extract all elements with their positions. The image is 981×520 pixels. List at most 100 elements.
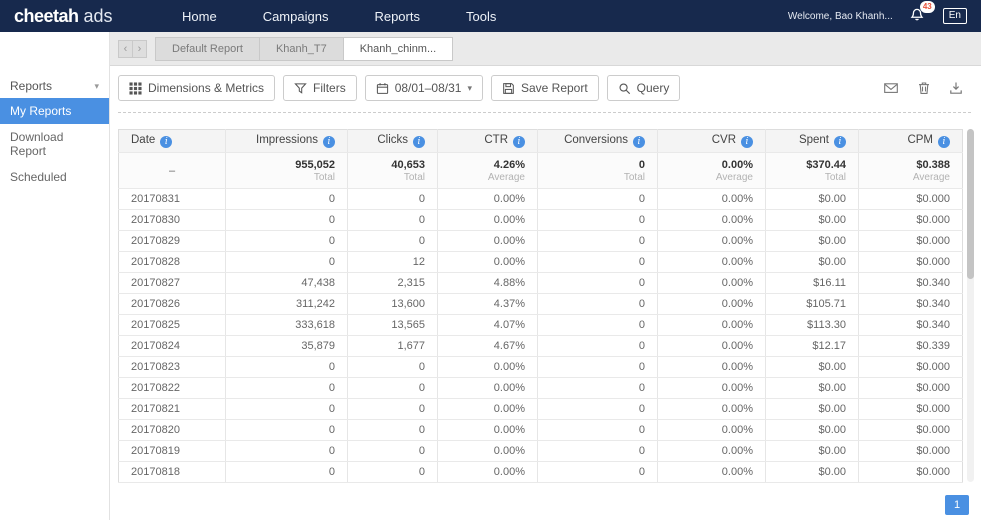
column-header-date[interactable]: Date i xyxy=(118,129,226,153)
value-cell: 0 xyxy=(537,251,658,273)
column-header-cpm[interactable]: CPM i xyxy=(858,129,963,153)
table-scrollbar[interactable] xyxy=(967,129,974,482)
language-button[interactable]: En xyxy=(942,8,967,24)
date-cell: 20170825 xyxy=(118,314,226,336)
nav-item-reports[interactable]: Reports xyxy=(374,9,420,24)
report-tab-strip: ‹ › Default Report Khanh_T7 Khanh_chinm.… xyxy=(110,32,981,66)
value-cell: 0 xyxy=(347,356,438,378)
filters-label: Filters xyxy=(313,81,346,95)
welcome-label: Welcome, xyxy=(787,10,833,22)
save-report-button[interactable]: Save Report xyxy=(490,75,599,101)
sidebar-section-reports[interactable]: Reports ▾ xyxy=(0,74,109,98)
date-cell: 20170823 xyxy=(118,356,226,378)
value-cell: 0.00% xyxy=(437,461,538,483)
tab-default-report[interactable]: Default Report xyxy=(155,36,260,61)
brand-logo[interactable]: cheetah ads xyxy=(14,6,166,27)
value-cell: $0.00 xyxy=(765,209,859,231)
value-cell: $0.000 xyxy=(858,188,963,210)
date-cell: 20170820 xyxy=(118,419,226,441)
value-cell: 0 xyxy=(347,230,438,252)
page-1-button[interactable]: 1 xyxy=(945,495,969,515)
info-icon[interactable]: i xyxy=(413,136,425,148)
pagination: 1 xyxy=(945,495,969,515)
sidebar-item-scheduled[interactable]: Scheduled xyxy=(0,164,109,190)
column-label: Date xyxy=(131,134,156,146)
value-cell: $0.00 xyxy=(765,398,859,420)
column-header-impressions[interactable]: Impressions i xyxy=(225,129,348,153)
value-cell: $0.000 xyxy=(858,377,963,399)
nav-item-tools[interactable]: Tools xyxy=(466,9,496,24)
value-cell: $0.339 xyxy=(858,335,963,357)
nav-item-campaigns[interactable]: Campaigns xyxy=(263,9,329,24)
scrollbar-thumb[interactable] xyxy=(967,129,974,279)
table-row: 20170831 0 0 0.00% 0 0.00% $0.00 $0.000 xyxy=(118,188,963,210)
summary-sublabel: Total xyxy=(313,171,335,183)
summary-value: 0 xyxy=(638,158,645,171)
value-cell: 47,438 xyxy=(225,272,348,294)
value-cell: 0.00% xyxy=(657,356,766,378)
sidebar-item-my-reports[interactable]: My Reports xyxy=(0,98,109,124)
value-cell: 0 xyxy=(225,209,348,231)
value-cell: 2,315 xyxy=(347,272,438,294)
top-navigation-bar: cheetah ads Home Campaigns Reports Tools … xyxy=(0,0,981,32)
info-icon[interactable]: i xyxy=(938,136,950,148)
value-cell: 0.00% xyxy=(657,419,766,441)
column-header-conversions[interactable]: Conversions i xyxy=(537,129,658,153)
tab-scroll-next-button[interactable]: › xyxy=(132,39,147,58)
info-icon[interactable]: i xyxy=(323,136,335,148)
summary-sublabel: Average xyxy=(487,171,525,183)
column-header-spent[interactable]: Spent i xyxy=(765,129,859,153)
query-button[interactable]: Query xyxy=(606,75,681,101)
value-cell: 0.00% xyxy=(657,398,766,420)
value-cell: 0.00% xyxy=(437,398,538,420)
column-label: Spent xyxy=(798,134,829,146)
value-cell: $0.00 xyxy=(765,251,859,273)
value-cell: 0 xyxy=(347,209,438,231)
tab-khanh-chinm[interactable]: Khanh_chinm... xyxy=(342,36,454,61)
value-cell: 0.00% xyxy=(437,230,538,252)
download-report-button[interactable] xyxy=(949,81,963,95)
caret-down-icon: ▾ xyxy=(467,82,472,93)
info-icon[interactable]: i xyxy=(741,136,753,148)
info-icon[interactable]: i xyxy=(834,136,846,148)
value-cell: $105.71 xyxy=(765,293,859,315)
date-cell: 20170818 xyxy=(118,461,226,483)
value-cell: 0 xyxy=(225,188,348,210)
summary-cell: $0.388 Average xyxy=(858,152,963,189)
value-cell: $0.00 xyxy=(765,419,859,441)
sidebar-item-download-report[interactable]: Download Report xyxy=(0,124,109,164)
column-header-cvr[interactable]: CVR i xyxy=(657,129,766,153)
value-cell: 0.00% xyxy=(657,272,766,294)
value-cell: 0.00% xyxy=(437,209,538,231)
value-cell: $0.000 xyxy=(858,398,963,420)
date-cell: 20170828 xyxy=(118,251,226,273)
email-report-button[interactable] xyxy=(883,81,899,95)
grid-icon xyxy=(129,81,142,95)
table-row: 20170821 0 0 0.00% 0 0.00% $0.00 $0.000 xyxy=(118,398,963,420)
column-header-ctr[interactable]: CTR i xyxy=(437,129,538,153)
value-cell: 0.00% xyxy=(657,293,766,315)
value-cell: $0.000 xyxy=(858,419,963,441)
chevron-down-icon: ▾ xyxy=(94,80,99,91)
dimensions-metrics-button[interactable]: Dimensions & Metrics xyxy=(118,75,276,101)
table-row: 20170822 0 0 0.00% 0 0.00% $0.00 $0.000 xyxy=(118,377,963,399)
filters-button[interactable]: Filters xyxy=(283,75,357,101)
date-range-button[interactable]: 08/01–08/31 ▾ xyxy=(364,75,483,101)
value-cell: 0 xyxy=(225,377,348,399)
welcome-text[interactable]: Welcome, Bao Khanh... xyxy=(788,11,893,22)
value-cell: 0.00% xyxy=(657,335,766,357)
value-cell: 0 xyxy=(347,188,438,210)
sidebar-section-label: Reports xyxy=(10,79,53,93)
info-icon[interactable]: i xyxy=(160,136,173,148)
delete-report-button[interactable] xyxy=(917,81,931,95)
nav-item-home[interactable]: Home xyxy=(182,9,217,24)
value-cell: $12.17 xyxy=(765,335,859,357)
info-icon[interactable]: i xyxy=(513,136,525,148)
tab-khanh-t7[interactable]: Khanh_T7 xyxy=(258,36,344,61)
value-cell: 13,600 xyxy=(347,293,438,315)
notifications-button[interactable]: 43 xyxy=(909,1,935,25)
tab-scroll-prev-button[interactable]: ‹ xyxy=(118,39,133,58)
date-cell: 20170829 xyxy=(118,230,226,252)
info-icon[interactable]: i xyxy=(633,136,645,148)
column-header-clicks[interactable]: Clicks i xyxy=(347,129,438,153)
